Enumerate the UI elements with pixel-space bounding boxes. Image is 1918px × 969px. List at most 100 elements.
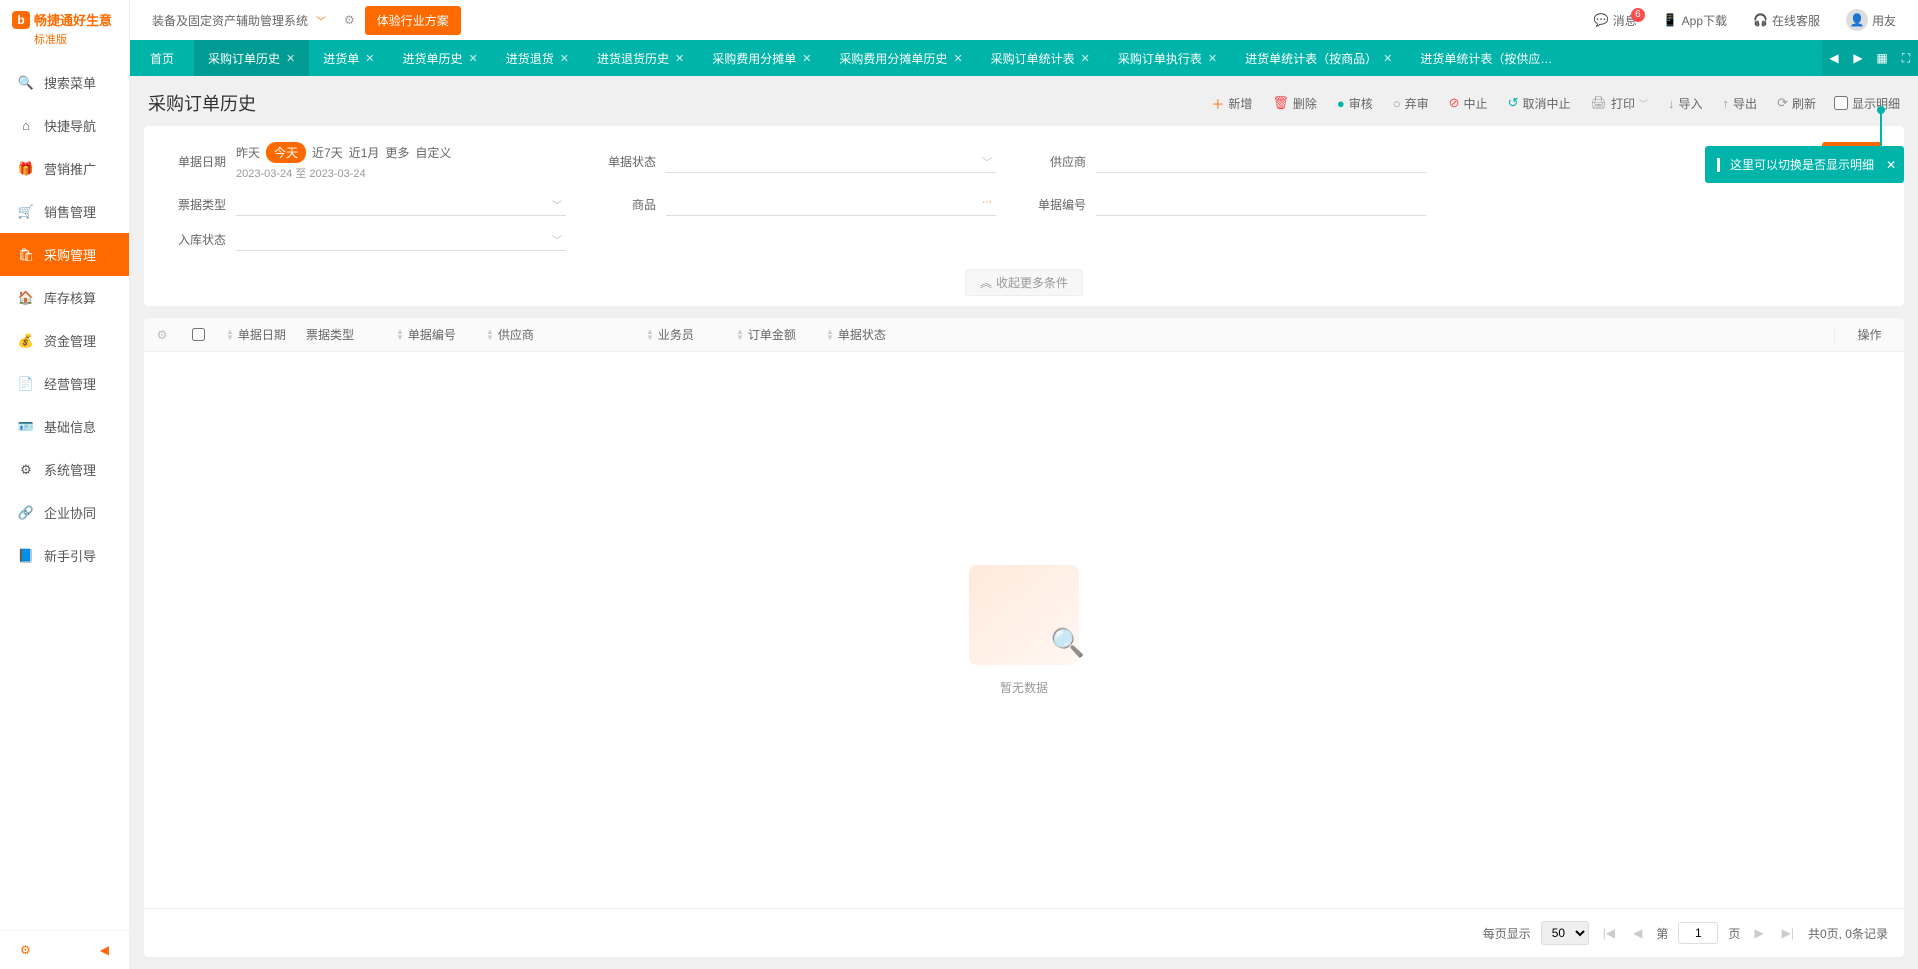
show-detail-toggle[interactable]: 显示明细 <box>1834 95 1900 112</box>
table-settings-button[interactable]: ⚙ <box>144 328 180 342</box>
action-取消中止[interactable]: ↺取消中止 <box>1502 95 1577 112</box>
user-menu[interactable]: 👤 用友 <box>1838 9 1904 31</box>
home-icon: ⌂ <box>18 118 34 134</box>
tab-0[interactable]: 首页 <box>130 40 194 76</box>
sidebar-item-5[interactable]: 🏠库存核算 <box>0 276 129 319</box>
tab-close-icon[interactable]: ✕ <box>802 52 811 65</box>
tab-menu[interactable]: ▦ <box>1870 40 1894 76</box>
column-header[interactable]: ▲▼供应商 <box>476 326 636 343</box>
column-header[interactable]: ▲▼订单金额 <box>726 326 816 343</box>
gear-icon[interactable]: ⚙ <box>344 13 355 27</box>
collapse-filters-button[interactable]: ︽ 收起更多条件 <box>965 269 1083 296</box>
sidebar-item-10[interactable]: 🔗企业协同 <box>0 491 129 534</box>
experience-button[interactable]: 体验行业方案 <box>365 6 461 35</box>
collapse-sidebar-icon[interactable]: ◀ <box>100 943 109 957</box>
in-status-input[interactable] <box>236 228 566 251</box>
product-input[interactable] <box>666 193 996 216</box>
chevron-down-icon[interactable]: ﹀ <box>982 154 992 169</box>
chevron-down-icon[interactable]: ﹀ <box>552 232 562 247</box>
sidebar-item-2[interactable]: 🎁营销推广 <box>0 147 129 190</box>
tab-close-icon[interactable]: ✕ <box>560 52 569 65</box>
action-新增[interactable]: ＋新增 <box>1205 94 1258 113</box>
tab-3[interactable]: 进货单历史✕ <box>388 40 491 76</box>
bill-no-input[interactable] <box>1096 193 1426 216</box>
tab-close-icon[interactable]: ✕ <box>675 52 684 65</box>
tab-fullscreen[interactable]: ⛶ <box>1894 40 1918 76</box>
sidebar-item-3[interactable]: 🛒销售管理 <box>0 190 129 233</box>
date-quick-今天[interactable]: 今天 <box>266 142 306 163</box>
tab-5[interactable]: 进货退货历史✕ <box>583 40 698 76</box>
date-quick-自定义[interactable]: 自定义 <box>415 144 451 161</box>
page-next[interactable]: ▶ <box>1750 926 1767 940</box>
tab-close-icon[interactable]: ✕ <box>1208 52 1217 65</box>
page-input[interactable] <box>1678 922 1718 944</box>
supplier-input[interactable] <box>1096 150 1426 173</box>
tab-scroll-left[interactable]: ◀ <box>1822 40 1846 76</box>
tab-scroll-right[interactable]: ▶ <box>1846 40 1870 76</box>
sidebar-item-4[interactable]: 🛍采购管理 <box>0 233 129 276</box>
system-select[interactable]: 装备及固定资产辅助管理系统 ﹀ <box>144 7 334 33</box>
sidebar-item-7[interactable]: 📄经营管理 <box>0 362 129 405</box>
page-prev[interactable]: ◀ <box>1629 926 1646 940</box>
action-中止[interactable]: ⊘中止 <box>1443 95 1494 112</box>
action-弃审[interactable]: ○弃审 <box>1387 95 1435 112</box>
date-quick-近7天[interactable]: 近7天 <box>312 144 343 161</box>
tab-1[interactable]: 采购订单历史✕ <box>194 40 309 76</box>
tab-close-icon[interactable]: ✕ <box>1081 52 1090 65</box>
sidebar-item-11[interactable]: 📘新手引导 <box>0 534 129 577</box>
date-quick-昨天[interactable]: 昨天 <box>236 144 260 161</box>
tab-2[interactable]: 进货单✕ <box>309 40 388 76</box>
tab-close-icon[interactable]: ✕ <box>953 52 962 65</box>
tab-close-icon[interactable]: ✕ <box>1383 52 1392 65</box>
tab-10[interactable]: 进货单统计表（按商品）✕ <box>1231 40 1406 76</box>
system-name: 装备及固定资产辅助管理系统 <box>152 12 308 29</box>
sidebar-item-9[interactable]: ⚙系统管理 <box>0 448 129 491</box>
guide-icon: 📘 <box>18 548 34 564</box>
date-quick-更多[interactable]: 更多 <box>385 144 409 161</box>
select-all-checkbox[interactable] <box>192 328 205 341</box>
show-detail-checkbox[interactable] <box>1834 96 1848 110</box>
tab-close-icon[interactable]: ✕ <box>365 52 374 65</box>
tab-8[interactable]: 采购订单统计表✕ <box>977 40 1104 76</box>
column-header[interactable]: 票据类型 <box>296 326 386 343</box>
action-导入[interactable]: ↓导入 <box>1662 95 1709 112</box>
sidebar-item-0[interactable]: 🔍搜索菜单 <box>0 61 129 104</box>
date-quick-近1月[interactable]: 近1月 <box>349 144 380 161</box>
tab-4[interactable]: 进货退货✕ <box>492 40 583 76</box>
page-first[interactable]: |◀ <box>1599 926 1619 940</box>
ticket-type-input[interactable] <box>236 193 566 216</box>
hint-tooltip: 这里可以切换是否显示明细 ✕ <box>1705 146 1904 183</box>
close-hint-button[interactable]: ✕ <box>1886 158 1896 172</box>
more-icon[interactable]: ⋯ <box>982 197 992 208</box>
message-button[interactable]: 💬 消息 6 <box>1586 12 1645 29</box>
page-size-select[interactable]: 50 <box>1541 921 1589 945</box>
data-table: ⚙ ▲▼单据日期票据类型▲▼单据编号▲▼供应商▲▼业务员▲▼订单金额▲▼单据状态… <box>144 318 1904 957</box>
tab-9[interactable]: 采购订单执行表✕ <box>1104 40 1231 76</box>
column-header[interactable]: ▲▼单据状态 <box>816 326 906 343</box>
column-header[interactable]: ▲▼业务员 <box>636 326 726 343</box>
action-删除[interactable]: 🗑删除 <box>1266 95 1323 112</box>
action-打印[interactable]: 🖨打印﹀ <box>1584 95 1654 112</box>
tab-6[interactable]: 采购费用分摊单✕ <box>698 40 825 76</box>
action-导出[interactable]: ↑导出 <box>1717 95 1764 112</box>
logo-text: 畅捷通好生意 <box>34 10 112 29</box>
column-header[interactable]: ▲▼单据日期 <box>216 326 296 343</box>
tab-11[interactable]: 进货单统计表（按供应… <box>1406 40 1566 76</box>
tab-close-icon[interactable]: ✕ <box>286 52 295 65</box>
tab-7[interactable]: 采购费用分摊单历史✕ <box>825 40 976 76</box>
status-input[interactable] <box>666 150 996 173</box>
action-刷新[interactable]: ⟳刷新 <box>1771 95 1822 112</box>
bag-icon: 🛍 <box>18 247 34 263</box>
chevron-down-icon[interactable]: ﹀ <box>552 197 562 212</box>
column-header[interactable]: ▲▼单据编号 <box>386 326 476 343</box>
sidebar-item-6[interactable]: 💰资金管理 <box>0 319 129 362</box>
settings-icon[interactable]: ⚙ <box>20 943 31 957</box>
online-service-button[interactable]: 🎧 在线客服 <box>1745 12 1828 29</box>
sidebar-item-8[interactable]: 🪪基础信息 <box>0 405 129 448</box>
filter-supplier: 供应商 <box>1026 142 1426 181</box>
sidebar-item-1[interactable]: ⌂快捷导航 <box>0 104 129 147</box>
app-download-button[interactable]: 📱 App下载 <box>1655 12 1735 29</box>
action-审核[interactable]: ●审核 <box>1331 95 1379 112</box>
tab-close-icon[interactable]: ✕ <box>469 52 478 65</box>
page-last[interactable]: ▶| <box>1778 926 1798 940</box>
